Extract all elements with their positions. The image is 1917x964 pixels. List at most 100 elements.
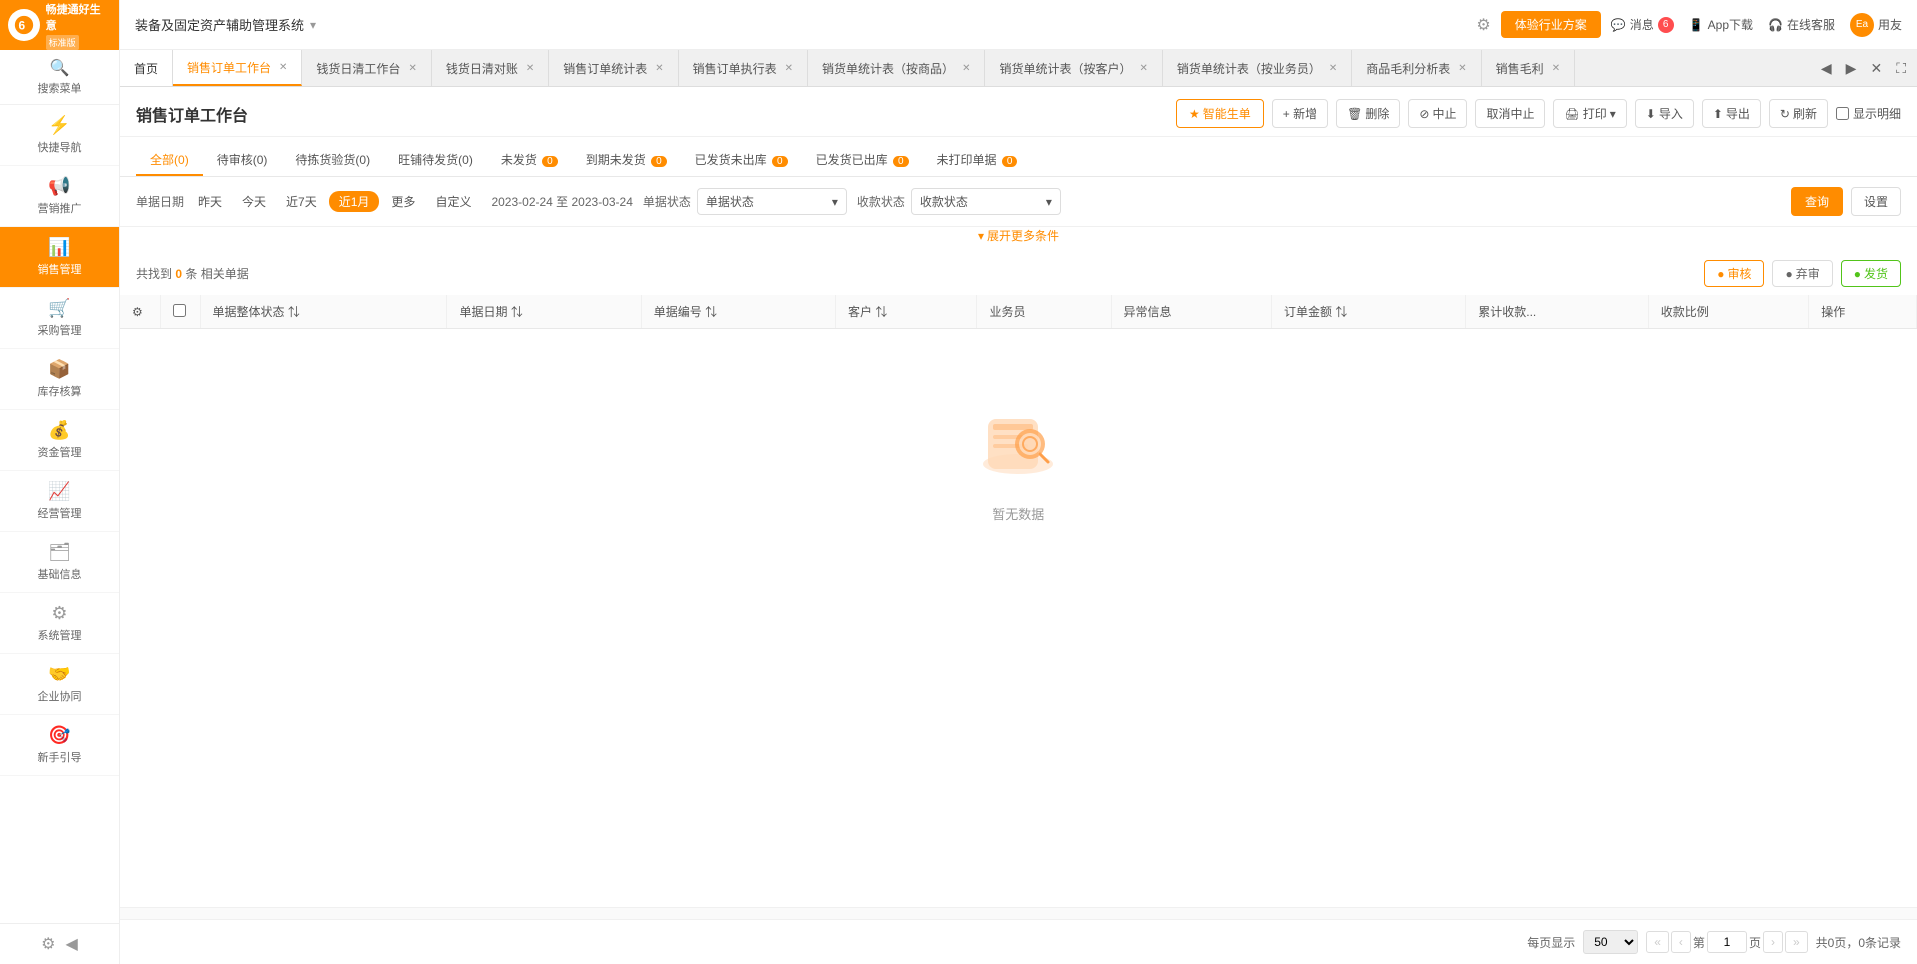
tab-home[interactable]: 首页 bbox=[120, 50, 173, 86]
pagination-last-button[interactable]: » bbox=[1785, 931, 1808, 953]
tab-close-cash-reconcile[interactable]: ✕ bbox=[526, 63, 534, 74]
system-icon: ⚙ bbox=[51, 603, 67, 624]
tab-close-profit[interactable]: ✕ bbox=[1552, 63, 1560, 74]
tab-close-sales-workbench[interactable]: ✕ bbox=[279, 62, 287, 73]
date-7days[interactable]: 近7天 bbox=[278, 191, 325, 212]
tab-sales-stats[interactable]: 销售订单统计表 ✕ bbox=[549, 50, 678, 86]
collapse-icon[interactable]: ◀ bbox=[66, 934, 78, 954]
sidebar-item-system[interactable]: ⚙ 系统管理 bbox=[0, 593, 119, 654]
subtab-pending-inspection[interactable]: 待拣货验货(0) bbox=[281, 145, 384, 176]
date-1month[interactable]: 近1月 bbox=[329, 191, 380, 212]
tab-cash-reconcile[interactable]: 钱货日清对账 ✕ bbox=[432, 50, 549, 86]
suspend-button[interactable]: ⊘ 中止 bbox=[1408, 99, 1467, 128]
sidebar-item-marketing[interactable]: 📢 营销推广 bbox=[0, 166, 119, 227]
tab-scroll-right-icon[interactable]: ▶ bbox=[1840, 56, 1863, 81]
print-button[interactable]: 🖨 打印 ▾ bbox=[1553, 99, 1626, 128]
expand-filter-button[interactable]: ▾ 展开更多条件 bbox=[978, 227, 1059, 244]
tab-close-summary-staff[interactable]: ✕ bbox=[1329, 63, 1337, 74]
add-button[interactable]: + 新增 bbox=[1272, 99, 1328, 128]
sidebar-search[interactable]: 🔍 搜索菜单 bbox=[0, 50, 119, 105]
tab-sales-profit[interactable]: 销售毛利 ✕ bbox=[1482, 50, 1575, 86]
tab-close-all-icon[interactable]: ✕ bbox=[1864, 56, 1888, 81]
subtab-shipped-out[interactable]: 已发货已出库 0 bbox=[802, 145, 923, 176]
col-date[interactable]: 单据日期 ⇅ bbox=[447, 295, 641, 329]
delete-button[interactable]: 🗑 删除 bbox=[1336, 99, 1400, 128]
unaudit-button[interactable]: ● 弃审 bbox=[1772, 260, 1832, 287]
dropdown-arrow-icon[interactable]: ▾ bbox=[310, 18, 316, 32]
settings-gear-icon[interactable]: ⚙ bbox=[41, 934, 55, 954]
tab-close-margin[interactable]: ✕ bbox=[1458, 63, 1466, 74]
receipt-select[interactable]: 收款状态 ▾ bbox=[911, 188, 1061, 215]
pagination-prev-button[interactable]: ‹ bbox=[1671, 931, 1691, 953]
phone-icon: 📱 bbox=[1689, 18, 1704, 32]
subtab-shipped-not-out[interactable]: 已发货未出库 0 bbox=[681, 145, 802, 176]
tab-sales-summary-customer[interactable]: 销货单统计表（按客户） ✕ bbox=[985, 50, 1162, 86]
sidebar-item-quick-nav[interactable]: ⚡ 快捷导航 bbox=[0, 105, 119, 166]
date-yesterday[interactable]: 昨天 bbox=[190, 191, 230, 212]
col-settings[interactable]: ⚙ bbox=[120, 295, 160, 329]
show-details-input[interactable] bbox=[1836, 107, 1849, 120]
industry-solution-button[interactable]: 体验行业方案 bbox=[1501, 11, 1601, 38]
sidebar-item-operations[interactable]: 📈 经营管理 bbox=[0, 471, 119, 532]
subtab-pending-review[interactable]: 待审核(0) bbox=[203, 145, 282, 176]
pagination-page-input[interactable] bbox=[1707, 931, 1747, 953]
col-status[interactable]: 单据整体状态 ⇅ bbox=[200, 295, 447, 329]
subtab-not-shipped[interactable]: 未发货 0 bbox=[487, 145, 572, 176]
col-customer[interactable]: 客户 ⇅ bbox=[835, 295, 976, 329]
import-icon: ⬇ bbox=[1646, 107, 1656, 121]
tab-scroll-left-icon[interactable]: ◀ bbox=[1815, 56, 1838, 81]
export-button[interactable]: ⬆ 导出 bbox=[1702, 99, 1761, 128]
subtab-all[interactable]: 全部(0) bbox=[136, 145, 203, 176]
sidebar-item-purchase[interactable]: 🛒 采购管理 bbox=[0, 288, 119, 349]
tab-close-summary-product[interactable]: ✕ bbox=[962, 63, 970, 74]
per-page-select[interactable]: 50 100 200 bbox=[1583, 930, 1638, 954]
sidebar-item-inventory[interactable]: 📦 库存核算 bbox=[0, 349, 119, 410]
date-more[interactable]: 更多 bbox=[383, 191, 423, 212]
sidebar-logo-text: 畅捷通好生意 标准版 bbox=[46, 1, 111, 50]
tab-sales-summary-staff[interactable]: 销货单统计表（按业务员） ✕ bbox=[1163, 50, 1352, 86]
subtab-overdue-not-shipped[interactable]: 到期未发货 0 bbox=[572, 145, 681, 176]
sidebar-item-guide[interactable]: 🎯 新手引导 bbox=[0, 715, 119, 776]
ship-button[interactable]: ● 发货 bbox=[1841, 260, 1901, 287]
pagination-next-button[interactable]: › bbox=[1763, 931, 1783, 953]
sidebar-item-sales[interactable]: 📊 销售管理 bbox=[0, 227, 119, 288]
sidebar-item-enterprise[interactable]: 🤝 企业协同 bbox=[0, 654, 119, 715]
tab-close-sales-exec[interactable]: ✕ bbox=[785, 63, 793, 74]
select-all-checkbox[interactable] bbox=[173, 304, 186, 317]
status-select[interactable]: 单据状态 ▾ bbox=[697, 188, 847, 215]
messages-button[interactable]: 💬 消息 6 bbox=[1611, 16, 1674, 33]
tab-close-cash-daily[interactable]: ✕ bbox=[408, 63, 416, 74]
subtab-not-printed[interactable]: 未打印单据 0 bbox=[923, 145, 1032, 176]
cancel-suspend-button[interactable]: 取消中止 bbox=[1475, 99, 1545, 128]
tab-close-sales-stats[interactable]: ✕ bbox=[655, 63, 663, 74]
horizontal-scrollbar[interactable] bbox=[120, 907, 1917, 919]
filter-settings-button[interactable]: 设置 bbox=[1851, 187, 1901, 216]
tab-close-summary-customer[interactable]: ✕ bbox=[1139, 63, 1147, 74]
pagination-first-button[interactable]: « bbox=[1646, 931, 1669, 953]
refresh-button[interactable]: ↻ 刷新 bbox=[1769, 99, 1828, 128]
tab-sales-workbench[interactable]: 销售订单工作台 ✕ bbox=[173, 50, 302, 86]
app-download-button[interactable]: 📱 App下载 bbox=[1689, 16, 1753, 33]
sidebar-item-finance[interactable]: 💰 资金管理 bbox=[0, 410, 119, 471]
user-menu-button[interactable]: Ea 用友 bbox=[1850, 13, 1902, 37]
col-amount[interactable]: 订单金额 ⇅ bbox=[1272, 295, 1466, 329]
date-today[interactable]: 今天 bbox=[234, 191, 274, 212]
import-button[interactable]: ⬇ 导入 bbox=[1635, 99, 1694, 128]
sidebar-item-base-info[interactable]: 🗂 基础信息 bbox=[0, 532, 119, 593]
online-service-button[interactable]: 🎧 在线客服 bbox=[1768, 16, 1835, 33]
tab-cash-daily[interactable]: 钱货日清工作台 ✕ bbox=[302, 50, 431, 86]
star-icon: ★ bbox=[1189, 107, 1200, 121]
tab-expand-icon[interactable]: ⛶ bbox=[1890, 56, 1912, 81]
subtab-wangpu[interactable]: 旺铺待发货(0) bbox=[384, 145, 487, 176]
smart-create-button[interactable]: ★ 智能生单 bbox=[1176, 99, 1264, 128]
topbar-gear-icon[interactable]: ⚙ bbox=[1476, 15, 1490, 35]
col-number[interactable]: 单据编号 ⇅ bbox=[641, 295, 835, 329]
tab-sales-summary-product[interactable]: 销货单统计表（按商品） ✕ bbox=[808, 50, 985, 86]
query-button[interactable]: 查询 bbox=[1791, 187, 1843, 216]
tab-margin-analysis[interactable]: 商品毛利分析表 ✕ bbox=[1352, 50, 1481, 86]
show-details-checkbox[interactable]: 显示明细 bbox=[1836, 105, 1901, 122]
date-custom[interactable]: 自定义 bbox=[427, 191, 479, 212]
audit-button[interactable]: ● 审核 bbox=[1704, 260, 1764, 287]
tab-sales-exec[interactable]: 销售订单执行表 ✕ bbox=[679, 50, 808, 86]
col-check[interactable] bbox=[160, 295, 200, 329]
